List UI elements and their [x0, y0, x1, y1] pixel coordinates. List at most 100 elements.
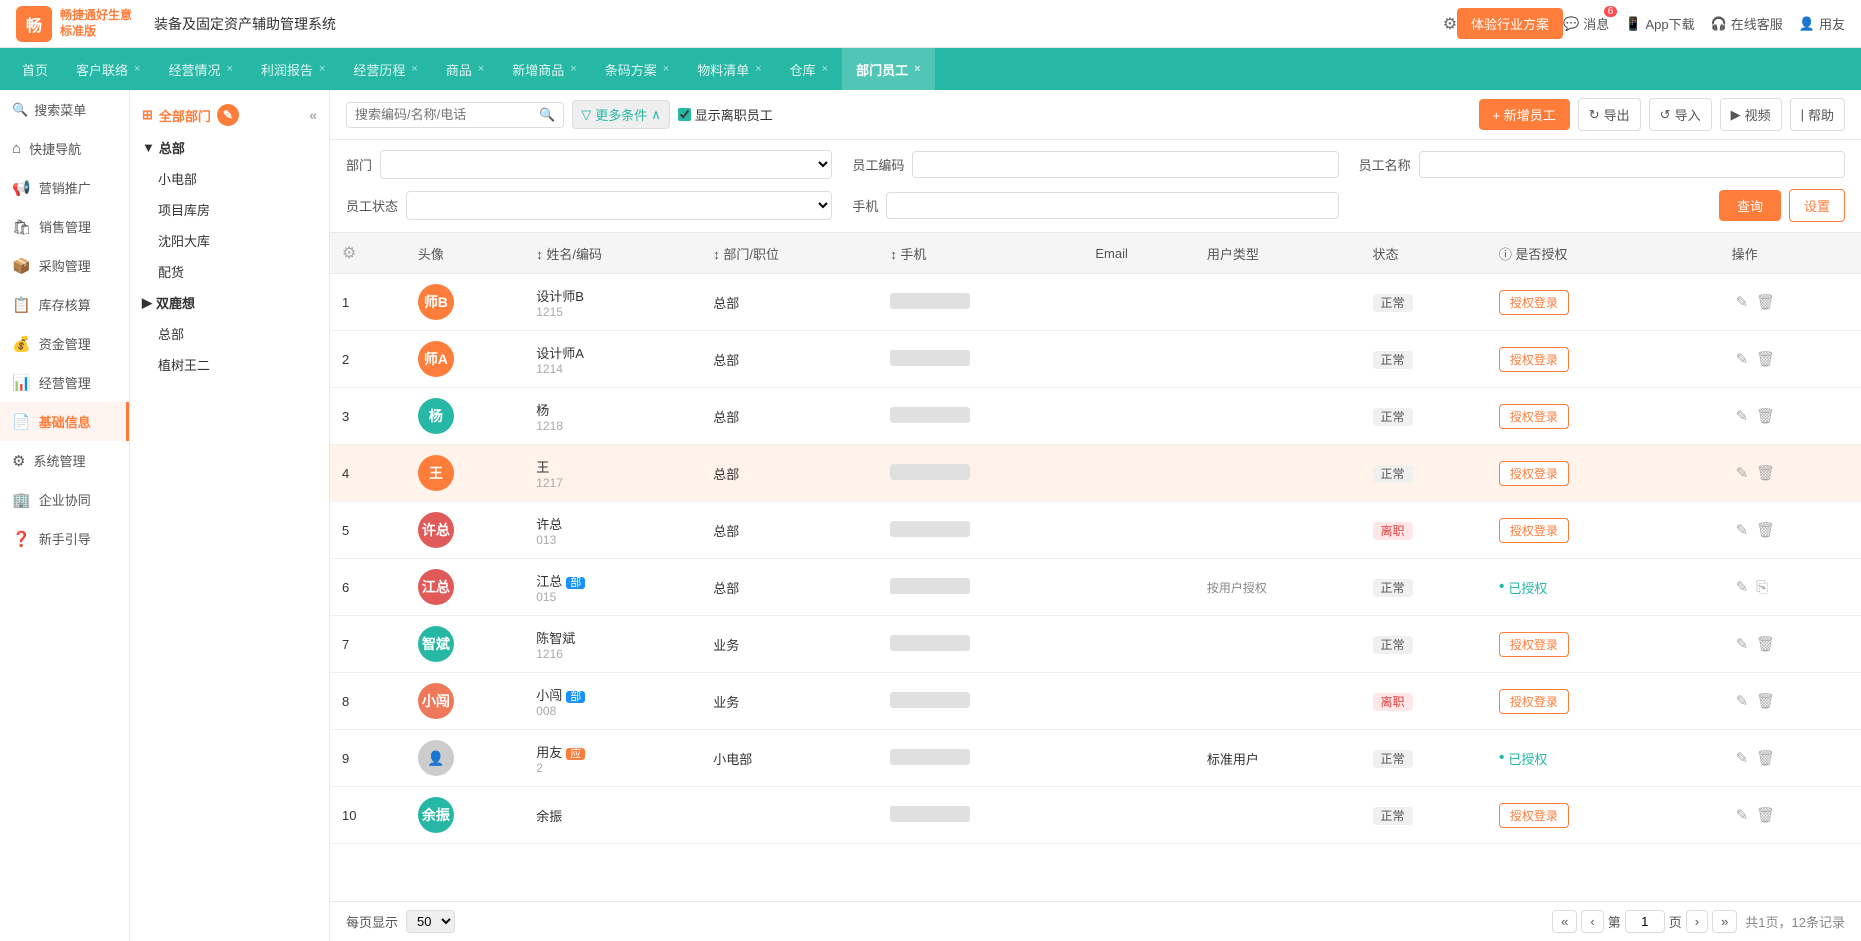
- tab-barcode[interactable]: 条码方案×: [591, 48, 683, 90]
- auth-login-button[interactable]: 授权登录: [1499, 461, 1569, 486]
- filter-dept-select[interactable]: [380, 150, 832, 179]
- next-page-button[interactable]: ›: [1686, 910, 1708, 933]
- edit-icon[interactable]: ✎: [1732, 577, 1753, 598]
- sidebar-item-basic[interactable]: 📄 基础信息: [0, 402, 129, 441]
- sidebar-item-sales[interactable]: 🛍 销售管理: [0, 207, 129, 246]
- filter-name-input[interactable]: [1419, 151, 1845, 178]
- col-phone[interactable]: ↕ 手机: [878, 233, 1083, 274]
- page-input[interactable]: [1625, 910, 1665, 933]
- prev-page-button[interactable]: ‹: [1581, 910, 1603, 933]
- sidebar-item-guide[interactable]: ❓ 新手引导: [0, 519, 129, 558]
- video-button[interactable]: ▶ 视频: [1720, 98, 1782, 131]
- dept-collapse-button[interactable]: «: [309, 107, 317, 123]
- show-resigned-checkbox-area[interactable]: 显示离职员工: [678, 105, 773, 124]
- dept-node-zongbu2[interactable]: 总部: [130, 318, 329, 349]
- query-button[interactable]: 查询: [1719, 190, 1781, 221]
- online-service-button[interactable]: 🎧 在线客服: [1711, 14, 1783, 33]
- sidebar-item-system[interactable]: ⚙ 系统管理: [0, 441, 129, 480]
- filter-status-select[interactable]: [406, 191, 832, 220]
- close-icon[interactable]: ×: [226, 63, 232, 75]
- tab-journey[interactable]: 经营历程×: [339, 48, 431, 90]
- user-button[interactable]: 👤 用友: [1799, 14, 1845, 33]
- edit-icon[interactable]: ✎: [1732, 292, 1753, 313]
- import-button[interactable]: ↺ 导入: [1649, 98, 1712, 131]
- first-page-button[interactable]: «: [1552, 910, 1577, 933]
- edit-icon[interactable]: ✎: [1732, 634, 1753, 655]
- close-icon[interactable]: ×: [319, 63, 325, 75]
- col-settings[interactable]: ⚙: [330, 233, 406, 274]
- help-button[interactable]: | 帮助: [1790, 98, 1845, 131]
- delete-icon[interactable]: 🗑: [1752, 406, 1779, 427]
- col-dept[interactable]: ↕ 部门/职位: [701, 233, 878, 274]
- edit-icon[interactable]: ✎: [1732, 748, 1753, 769]
- sidebar-item-marketing[interactable]: 📢 营销推广: [0, 168, 129, 207]
- dept-node-xiangmu[interactable]: 项目库房: [130, 194, 329, 225]
- close-icon[interactable]: ×: [914, 63, 920, 75]
- dept-edit-button[interactable]: ✎: [217, 104, 239, 126]
- auth-login-button[interactable]: 授权登录: [1499, 689, 1569, 714]
- close-icon[interactable]: ×: [478, 63, 484, 75]
- delete-icon[interactable]: 🗑: [1752, 292, 1779, 313]
- dept-node-shenyang[interactable]: 沈阳大库: [130, 225, 329, 256]
- delete-icon[interactable]: 🗑: [1752, 463, 1779, 484]
- edit-icon[interactable]: ✎: [1732, 805, 1753, 826]
- sidebar-item-finance[interactable]: 💰 资金管理: [0, 324, 129, 363]
- tab-customer[interactable]: 客户联络×: [62, 48, 154, 90]
- auth-login-button[interactable]: 授权登录: [1499, 632, 1569, 657]
- auth-login-button[interactable]: 授权登录: [1499, 803, 1569, 828]
- copy-icon[interactable]: ⎘: [1752, 577, 1772, 598]
- show-resigned-checkbox[interactable]: [678, 108, 691, 121]
- export-button[interactable]: ↻ 导出: [1578, 98, 1641, 131]
- dept-node-peihuo[interactable]: 配货: [130, 256, 329, 287]
- tab-goods[interactable]: 商品×: [432, 48, 498, 90]
- sidebar-item-enterprise[interactable]: 🏢 企业协同: [0, 480, 129, 519]
- filter-code-input[interactable]: [912, 151, 1338, 178]
- tab-bom[interactable]: 物料清单×: [683, 48, 775, 90]
- auth-login-button[interactable]: 授权登录: [1499, 404, 1569, 429]
- message-button[interactable]: 💬 消息 6: [1563, 14, 1609, 33]
- delete-icon[interactable]: 🗑: [1752, 805, 1779, 826]
- tab-home[interactable]: 首页: [8, 48, 62, 90]
- add-employee-button[interactable]: + 新增员工: [1479, 99, 1570, 130]
- close-icon[interactable]: ×: [570, 63, 576, 75]
- sidebar-item-shortcut[interactable]: ⌂ 快捷导航: [0, 129, 129, 168]
- col-name[interactable]: ↕ 姓名/编码: [524, 233, 701, 274]
- tab-warehouse[interactable]: 仓库×: [776, 48, 842, 90]
- last-page-button[interactable]: »: [1712, 910, 1737, 933]
- app-download-button[interactable]: 📱 App下载: [1625, 14, 1694, 33]
- edit-icon[interactable]: ✎: [1732, 349, 1753, 370]
- tab-profit[interactable]: 利润报告×: [247, 48, 339, 90]
- close-icon[interactable]: ×: [755, 63, 761, 75]
- dept-node-shuanglu[interactable]: ▶ 双鹿想: [130, 287, 329, 318]
- auth-login-button[interactable]: 授权登录: [1499, 518, 1569, 543]
- reset-button[interactable]: 设置: [1789, 189, 1845, 222]
- tab-employee[interactable]: 部门员工×: [842, 48, 934, 90]
- dept-node-zongbu[interactable]: ▼ 总部: [130, 132, 329, 163]
- auth-login-button[interactable]: 授权登录: [1499, 347, 1569, 372]
- edit-icon[interactable]: ✎: [1732, 691, 1753, 712]
- close-icon[interactable]: ×: [822, 63, 828, 75]
- search-icon[interactable]: 🔍: [539, 107, 555, 123]
- sidebar-item-operation[interactable]: 📊 经营管理: [0, 363, 129, 402]
- close-icon[interactable]: ×: [663, 63, 669, 75]
- edit-icon[interactable]: ✎: [1732, 463, 1753, 484]
- close-icon[interactable]: ×: [134, 63, 140, 75]
- sidebar-item-purchase[interactable]: 📦 采购管理: [0, 246, 129, 285]
- search-input[interactable]: [355, 107, 535, 122]
- delete-icon[interactable]: 🗑: [1752, 634, 1779, 655]
- delete-icon[interactable]: 🗑: [1752, 748, 1779, 769]
- filter-phone-input[interactable]: [886, 192, 1338, 219]
- per-page-select[interactable]: 50: [406, 910, 455, 933]
- delete-icon[interactable]: 🗑: [1752, 349, 1779, 370]
- more-filter-button[interactable]: ▽ 更多条件 ∧: [572, 100, 670, 129]
- dept-node-xiaodian[interactable]: 小电部: [130, 163, 329, 194]
- delete-icon[interactable]: 🗑: [1752, 691, 1779, 712]
- tab-add-goods[interactable]: 新增商品×: [498, 48, 590, 90]
- tab-operation[interactable]: 经营情况×: [154, 48, 246, 90]
- edit-icon[interactable]: ✎: [1732, 406, 1753, 427]
- edit-icon[interactable]: ✎: [1732, 520, 1753, 541]
- dept-node-zhishu[interactable]: 植树王二: [130, 349, 329, 380]
- settings-icon[interactable]: ⚙: [1443, 14, 1457, 34]
- auth-login-button[interactable]: 授权登录: [1499, 290, 1569, 315]
- trial-button[interactable]: 体验行业方案: [1457, 8, 1563, 39]
